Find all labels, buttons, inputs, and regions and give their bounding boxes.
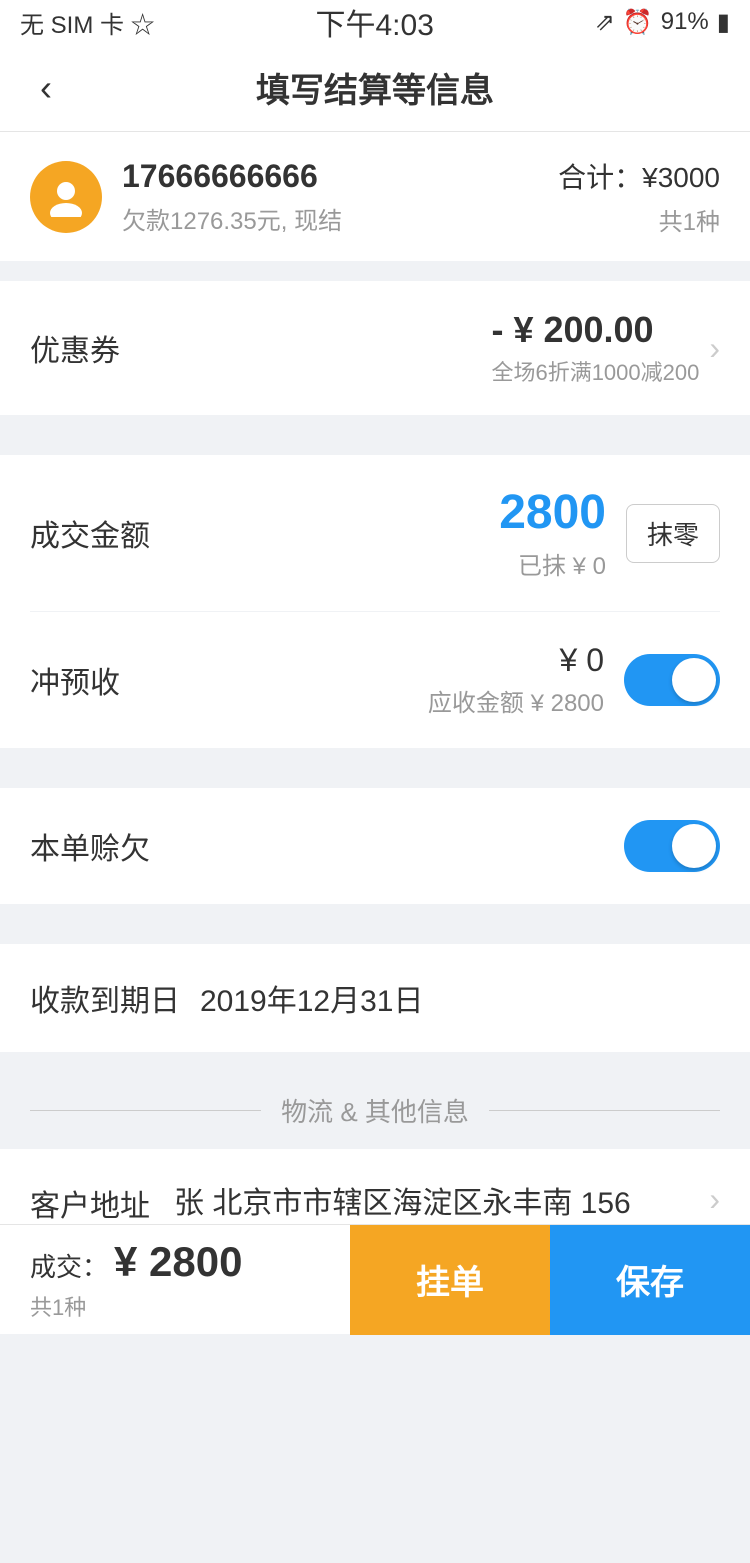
credit-toggle-knob bbox=[672, 824, 716, 868]
page-title: 填写结算等信息 bbox=[256, 63, 494, 112]
status-time: 下午4:03 bbox=[316, 0, 434, 44]
header-line-right bbox=[489, 1110, 720, 1111]
status-bar: 无 SIM 卡 ☆ 下午4:03 ⇗ ⏰ 91% ▮ bbox=[0, 0, 750, 44]
bottom-amount: ¥ 2800 bbox=[114, 1238, 242, 1286]
deal-amount-row: 成交金额 2800 已抹 ¥ 0 抹零 bbox=[30, 455, 720, 612]
address-chevron-icon: › bbox=[709, 1181, 720, 1218]
coupon-detail: 全场6折满1000减200 bbox=[491, 355, 699, 387]
total-amount: 合计：¥3000 bbox=[558, 156, 720, 196]
customer-phone: 17666666666 bbox=[122, 158, 342, 195]
suspend-button[interactable]: 挂单 bbox=[350, 1225, 550, 1335]
duedate-label: 收款到期日 bbox=[30, 976, 180, 1020]
bottom-bar: 成交： ¥ 2800 共1种 挂单 保存 bbox=[0, 1224, 750, 1334]
customer-info-card: 17666666666 欠款1276.35元, 现结 合计：¥3000 共1种 bbox=[0, 132, 750, 261]
section-divider-2 bbox=[0, 768, 750, 788]
battery-level: 91% bbox=[661, 8, 709, 36]
status-right: ⇗ ⏰ 91% ▮ bbox=[595, 8, 730, 37]
prepay-value: ¥ 0 bbox=[428, 642, 604, 679]
duedate-section: 收款到期日 2019年12月31日 bbox=[0, 944, 750, 1052]
prepay-label: 冲预收 bbox=[30, 658, 120, 702]
amount-section: 成交金额 2800 已抹 ¥ 0 抹零 冲预收 ¥ 0 应收金额 ¥ 2800 bbox=[0, 455, 750, 748]
location-icon: ⇗ bbox=[595, 8, 615, 37]
customer-left: 17666666666 欠款1276.35元, 现结 bbox=[30, 158, 342, 236]
prepay-right: ¥ 0 应收金额 ¥ 2800 bbox=[428, 642, 720, 718]
customer-debt: 欠款1276.35元, 现结 bbox=[122, 201, 342, 236]
bottom-count: 共1种 bbox=[30, 1290, 320, 1322]
header-line-left bbox=[30, 1110, 261, 1111]
coupon-chevron-icon: › bbox=[709, 330, 720, 367]
total-count: 共1种 bbox=[558, 202, 720, 237]
gray-fill bbox=[0, 1323, 750, 1443]
avatar bbox=[30, 161, 102, 233]
coupon-label: 优惠券 bbox=[30, 326, 120, 370]
credit-label: 本单赊欠 bbox=[30, 824, 150, 868]
logistics-header-text: 物流 & 其他信息 bbox=[281, 1092, 469, 1129]
prepay-amount: ¥ 0 应收金额 ¥ 2800 bbox=[428, 642, 604, 718]
coupon-right: - ¥ 200.00 全场6折满1000减200 › bbox=[491, 309, 720, 387]
round-button[interactable]: 抹零 bbox=[626, 504, 720, 563]
address-label: 客户地址 bbox=[30, 1181, 150, 1225]
bottom-total-label: 成交： bbox=[30, 1247, 108, 1284]
duedate-value: 2019年12月31日 bbox=[200, 976, 423, 1020]
battery-icon: ▮ bbox=[717, 8, 730, 37]
save-button[interactable]: 保存 bbox=[550, 1225, 750, 1335]
deal-value: 2800 bbox=[499, 485, 606, 540]
prepay-sub: 应收金额 ¥ 2800 bbox=[428, 683, 604, 718]
alarm-icon: ⏰ bbox=[623, 8, 653, 37]
section-divider-1 bbox=[0, 435, 750, 455]
credit-row: 本单赊欠 bbox=[0, 788, 750, 904]
back-button[interactable]: ‹ bbox=[30, 57, 62, 119]
coupon-row[interactable]: 优惠券 - ¥ 200.00 全场6折满1000减200 › bbox=[0, 281, 750, 415]
section-divider-3 bbox=[0, 924, 750, 944]
prepay-toggle[interactable] bbox=[624, 654, 720, 706]
credit-toggle[interactable] bbox=[624, 820, 720, 872]
customer-total: 合计：¥3000 共1种 bbox=[558, 156, 720, 237]
prepay-row: 冲预收 ¥ 0 应收金额 ¥ 2800 bbox=[30, 612, 720, 748]
logistics-header: 物流 & 其他信息 bbox=[0, 1072, 750, 1149]
deal-sub: 已抹 ¥ 0 bbox=[499, 546, 606, 581]
credit-section: 本单赊欠 bbox=[0, 788, 750, 904]
main-content: 17666666666 欠款1276.35元, 现结 合计：¥3000 共1种 … bbox=[0, 132, 750, 1563]
coupon-discount: - ¥ 200.00 bbox=[491, 309, 699, 351]
deal-label: 成交金额 bbox=[30, 511, 150, 555]
nav-bar: ‹ 填写结算等信息 bbox=[0, 44, 750, 132]
customer-details: 17666666666 欠款1276.35元, 现结 bbox=[122, 158, 342, 236]
sim-status: 无 SIM 卡 ☆ bbox=[20, 5, 155, 40]
duedate-row: 收款到期日 2019年12月31日 bbox=[30, 976, 720, 1020]
bottom-summary: 成交： ¥ 2800 共1种 bbox=[0, 1238, 350, 1322]
toggle-knob bbox=[672, 658, 716, 702]
status-left: 无 SIM 卡 ☆ bbox=[20, 5, 155, 40]
deal-right: 2800 已抹 ¥ 0 抹零 bbox=[499, 485, 720, 581]
